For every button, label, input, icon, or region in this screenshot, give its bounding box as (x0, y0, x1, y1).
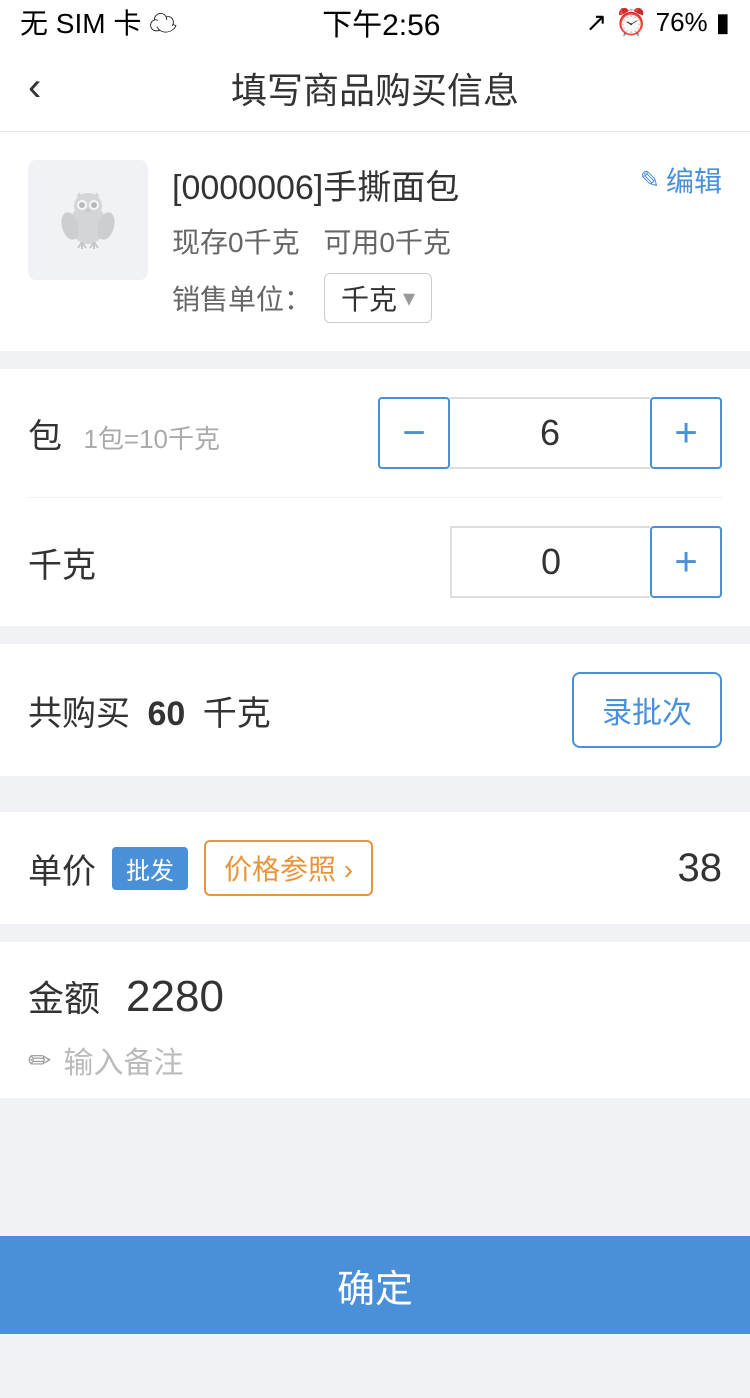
quantity-row-bao: 包 1包=10千克 − + (28, 369, 722, 498)
confirm-button[interactable]: 确定 (0, 1236, 750, 1334)
unit-value: 千克 (341, 278, 397, 318)
amount-label: 金额 2280 (28, 978, 224, 1019)
quantity-row-kg: 千克 + (28, 498, 722, 626)
divider2 (0, 924, 750, 942)
plus-button-kg[interactable]: + (650, 526, 722, 598)
summary-value: 60 (147, 695, 185, 733)
product-section: [0000006]手撕面包 现存0千克 可用0千克 销售单位： 千克 ▾ ✎ 编… (0, 132, 750, 351)
record-batch-button[interactable]: 录批次 (572, 672, 722, 748)
quantity-label-bao: 包 1包=10千克 (28, 409, 378, 458)
summary-text: 共购买 60 千克 (28, 686, 271, 735)
battery-icon: ▮ (716, 7, 730, 38)
price-reference-button[interactable]: 价格参照 › (204, 840, 373, 896)
battery-status: 76% (656, 7, 708, 38)
product-unit-row: 销售单位： 千克 ▾ (172, 273, 722, 323)
page-title: 填写商品购买信息 (231, 62, 519, 114)
quantity-controls-kg: + (450, 526, 722, 598)
product-image (56, 188, 120, 252)
edit-label: 编辑 (666, 160, 722, 200)
back-button[interactable]: ‹ (28, 65, 41, 110)
price-label: 单价 (28, 844, 96, 893)
available-value: 可用0千克 (323, 227, 451, 258)
location-icon: ↗ (585, 7, 607, 38)
edit-icon: ✎ (640, 166, 660, 195)
product-thumbnail (28, 160, 148, 280)
summary-section: 共购买 60 千克 录批次 (0, 644, 750, 776)
amount-row: 金额 2280 ✏ 输入备注 (0, 942, 750, 1098)
status-bar: 无 SIM 卡 ☁ 下午2:56 ↗ ⏰ 76% ▮ (0, 0, 750, 44)
summary-prefix: 共购买 (28, 695, 130, 733)
stock-value: 现存0千克 (172, 227, 300, 258)
edit-button[interactable]: ✎ 编辑 (640, 160, 722, 200)
quantity-controls-bao: − + (378, 397, 722, 469)
product-stock: 现存0千克 可用0千克 (172, 221, 722, 261)
quantity-input-bao[interactable] (450, 397, 650, 469)
price-batch-tag: 批发 (112, 847, 188, 890)
product-card: [0000006]手撕面包 现存0千克 可用0千克 销售单位： 千克 ▾ ✎ 编… (0, 132, 750, 351)
unit-bao-hint: 1包=10千克 (83, 424, 220, 454)
plus-button-bao[interactable]: + (650, 397, 722, 469)
status-time: 下午2:56 (322, 0, 440, 44)
sim-status: 无 SIM 卡 ☁ (20, 2, 177, 42)
dropdown-arrow-icon: ▾ (403, 284, 415, 313)
amount-section: 金额 2280 ✏ 输入备注 (0, 924, 750, 1098)
nav-bar: ‹ 填写商品购买信息 (0, 44, 750, 132)
unit-label: 销售单位： (172, 278, 312, 318)
minus-button-bao[interactable]: − (378, 397, 450, 469)
status-right: ↗ ⏰ 76% ▮ (585, 7, 730, 38)
quantity-label-kg: 千克 (28, 538, 450, 587)
divider (0, 794, 750, 812)
status-left: 无 SIM 卡 ☁ (20, 2, 177, 42)
quantity-section: 包 1包=10千克 − + 千克 + (0, 369, 750, 626)
quantity-input-kg[interactable] (450, 526, 650, 598)
alarm-icon: ⏰ (615, 7, 647, 38)
price-section: 单价 批发 价格参照 › 38 (0, 812, 750, 924)
unit-bao: 包 (28, 418, 62, 456)
pencil-icon: ✏ (28, 1044, 51, 1077)
note-placeholder[interactable]: 输入备注 (63, 1038, 183, 1082)
summary-unit: 千克 (203, 695, 271, 733)
note-row: ✏ 输入备注 (28, 1038, 722, 1082)
price-value: 38 (678, 846, 723, 891)
unit-selector[interactable]: 千克 ▾ (324, 273, 432, 323)
amount-value: 2280 (126, 972, 224, 1021)
price-row: 单价 批发 价格参照 › 38 (28, 840, 722, 896)
